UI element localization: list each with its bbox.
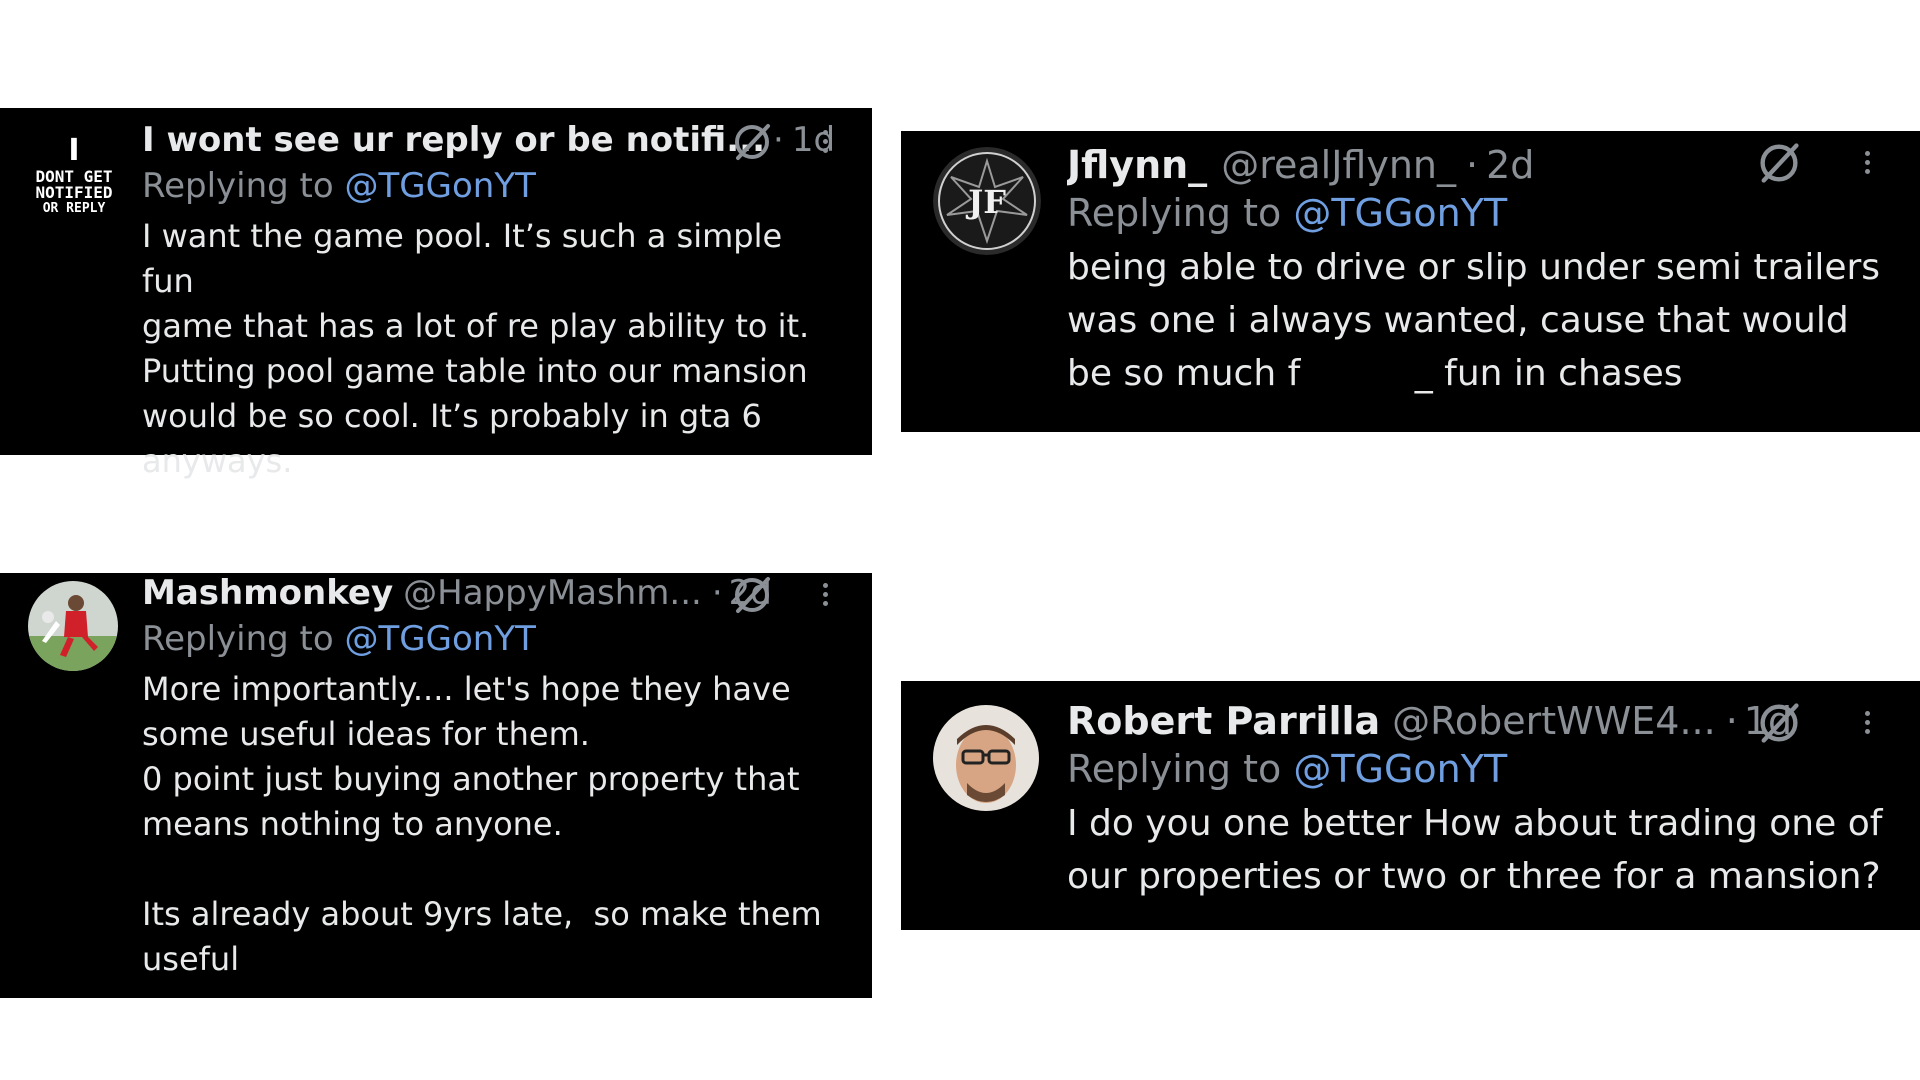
user-handle[interactable]: @HappyMashm... bbox=[403, 573, 702, 613]
avatar-image bbox=[28, 581, 118, 671]
user-handle[interactable]: @realJflynn_ bbox=[1221, 143, 1456, 187]
user-handle[interactable]: @RobertWWE4... bbox=[1392, 699, 1716, 743]
reply-body-text: I do you one better How about trading on… bbox=[1067, 803, 1883, 897]
avatar-footballer-photo[interactable] bbox=[28, 581, 118, 671]
replying-to-line: Replying to @TGGonYT bbox=[142, 166, 832, 206]
reply-content: Mashmonkey @HappyMashm... · 2d Replying … bbox=[142, 573, 832, 982]
display-name[interactable]: Robert Parrilla bbox=[1067, 699, 1380, 743]
more-options-icon[interactable] bbox=[1865, 151, 1870, 178]
mention-link[interactable]: @TGGonYT bbox=[1293, 747, 1507, 791]
replying-to-line: Replying to @TGGonYT bbox=[1067, 747, 1920, 791]
more-options-icon[interactable] bbox=[823, 583, 828, 610]
avatar-image bbox=[933, 705, 1039, 811]
grok-icon[interactable] bbox=[1755, 139, 1803, 191]
avatar-line-3: NOTIFIED bbox=[35, 183, 112, 202]
avatar-monogram: JF bbox=[965, 183, 1006, 221]
mention-link[interactable]: @TGGonYT bbox=[345, 166, 536, 206]
grok-icon[interactable] bbox=[730, 573, 774, 621]
replying-to-label: Replying to bbox=[142, 166, 345, 206]
reply-card-2[interactable]: JF Jflynn_ @realJflynn_ · 2d Replying to… bbox=[901, 131, 1920, 432]
avatar-portrait-photo[interactable] bbox=[933, 705, 1039, 811]
replying-to-label: Replying to bbox=[1067, 191, 1294, 235]
avatar-image: JF bbox=[933, 147, 1041, 255]
more-options-icon[interactable] bbox=[823, 130, 828, 157]
avatar-line-1: I bbox=[68, 133, 79, 168]
reply-header: Mashmonkey @HappyMashm... · 2d bbox=[142, 573, 832, 613]
grok-icon[interactable] bbox=[1755, 699, 1803, 751]
separator-dot: · bbox=[711, 573, 723, 613]
reply-card-4[interactable]: Robert Parrilla @RobertWWE4... · 1d Repl… bbox=[901, 681, 1920, 930]
replying-to-label: Replying to bbox=[1067, 747, 1294, 791]
timestamp[interactable]: 2d bbox=[1486, 143, 1534, 187]
separator-dot: · bbox=[1466, 143, 1479, 187]
replying-to-line: Replying to @TGGonYT bbox=[1067, 191, 1920, 235]
replying-to-line: Replying to @TGGonYT bbox=[142, 619, 832, 659]
reply-header: I wont see ur reply or be notifi... · 1d bbox=[142, 120, 832, 160]
reply-body-text: I want the game pool. It’s such a simple… bbox=[142, 217, 810, 480]
avatar-line-4: OR REPLY bbox=[43, 201, 106, 216]
more-options-icon[interactable] bbox=[1865, 711, 1870, 738]
reply-content: I wont see ur reply or be notifi... · 1d… bbox=[142, 120, 832, 484]
mention-link[interactable]: @TGGonYT bbox=[345, 619, 536, 659]
reply-card-1[interactable]: I DONT GET NOTIFIED OR REPLY I wont see … bbox=[0, 108, 872, 480]
screenshot-collage: I DONT GET NOTIFIED OR REPLY I wont see … bbox=[0, 0, 1920, 1080]
replying-to-label: Replying to bbox=[142, 619, 345, 659]
display-name[interactable]: Mashmonkey bbox=[142, 573, 393, 613]
reply-body-text: More importantly.... let's hope they hav… bbox=[142, 670, 822, 978]
reply-body-text: being able to drive or slip under semi t… bbox=[1067, 247, 1881, 394]
display-name[interactable]: I wont see ur reply or be notifi... bbox=[142, 120, 765, 160]
grok-icon[interactable] bbox=[730, 120, 774, 168]
reply-card-3[interactable]: Mashmonkey @HappyMashm... · 2d Replying … bbox=[0, 573, 872, 998]
avatar-meme-text[interactable]: I DONT GET NOTIFIED OR REPLY bbox=[22, 130, 126, 234]
display-name[interactable]: Jflynn_ bbox=[1067, 143, 1207, 187]
separator-dot: · bbox=[1725, 699, 1738, 743]
mention-link[interactable]: @TGGonYT bbox=[1293, 191, 1507, 235]
separator-dot: · bbox=[773, 120, 784, 160]
avatar-image: I DONT GET NOTIFIED OR REPLY bbox=[22, 130, 126, 234]
avatar-jf-logo[interactable]: JF bbox=[933, 147, 1041, 255]
